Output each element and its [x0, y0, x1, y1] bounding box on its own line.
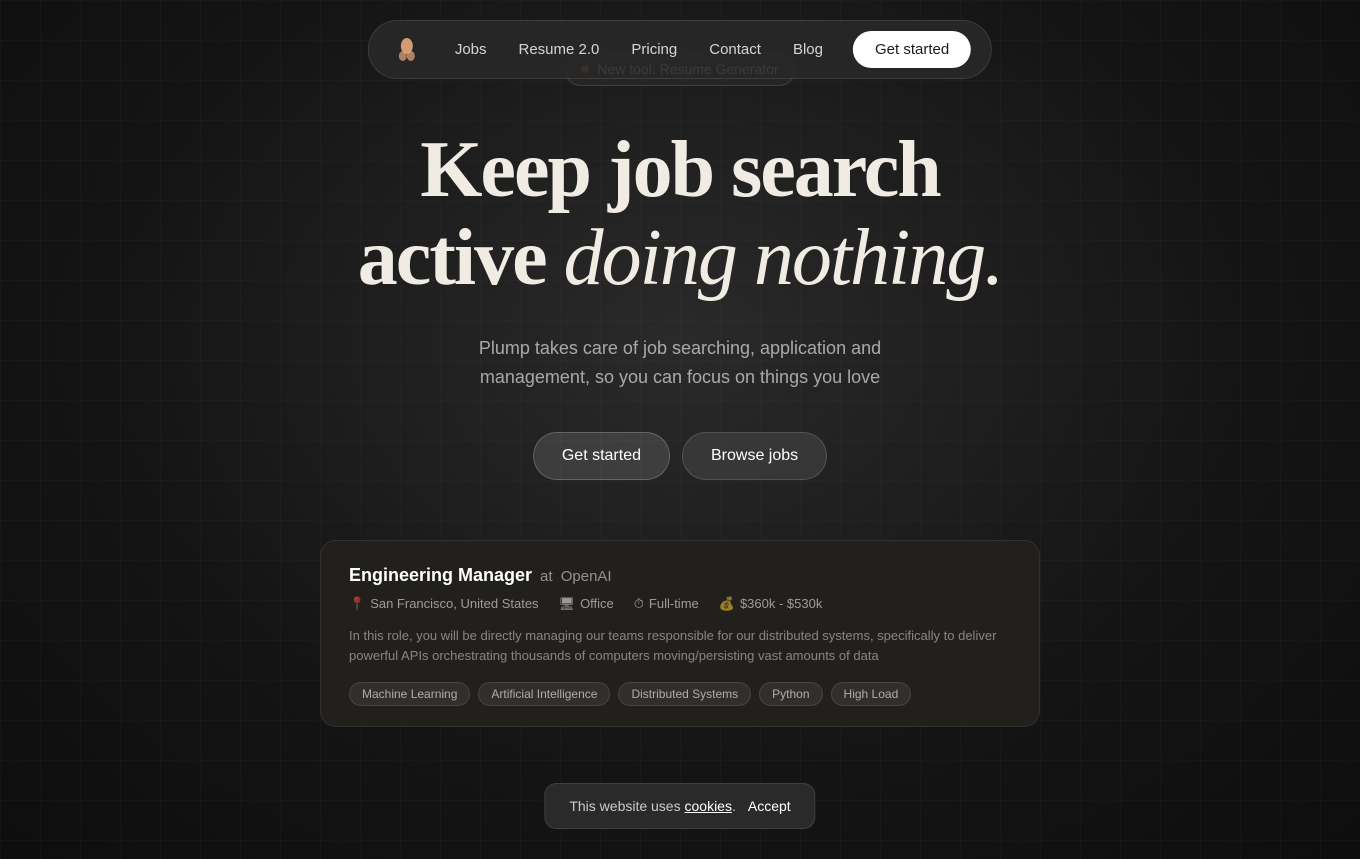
nav-get-started-button[interactable]: Get started: [853, 31, 971, 68]
subtext-line1: Plump takes care of job searching, appli…: [479, 338, 881, 358]
job-company-prefix: at: [540, 568, 553, 585]
job-title: Engineering Manager: [349, 565, 532, 586]
navigation: Jobs Resume 2.0 Pricing Contact Blog Get…: [368, 20, 992, 79]
job-meta: 📍 San Francisco, United States 🖥 Office …: [349, 596, 1011, 612]
type-icon: ⏱: [634, 596, 644, 612]
cookie-link[interactable]: cookies: [685, 798, 732, 814]
salary-icon: 💰: [719, 596, 735, 612]
location-icon: 📍: [349, 596, 365, 612]
cookie-text-label: This website uses: [569, 798, 680, 814]
nav-blog[interactable]: Blog: [779, 35, 837, 64]
workplace-icon: 🖥: [559, 596, 576, 612]
job-company: at OpenAI: [540, 568, 612, 585]
job-type: ⏱ Full-time: [634, 596, 699, 612]
tag-artificial-intelligence[interactable]: Artificial Intelligence: [478, 682, 610, 706]
browse-jobs-button[interactable]: Browse jobs: [682, 432, 827, 480]
cookie-period: .: [732, 798, 736, 814]
job-header: Engineering Manager at OpenAI: [349, 565, 1011, 586]
job-location-text: San Francisco, United States: [370, 596, 538, 611]
nav-pricing[interactable]: Pricing: [617, 35, 691, 64]
job-company-name: OpenAI: [561, 568, 612, 585]
job-workplace: 🖥 Office: [559, 596, 614, 612]
tag-high-load[interactable]: High Load: [831, 682, 912, 706]
cta-buttons: Get started Browse jobs: [533, 432, 827, 480]
headline-line1: Keep job search: [420, 126, 940, 214]
main-content: New tool: Resume Generator Keep job sear…: [0, 0, 1360, 859]
subtext-line2: management, so you can focus on things y…: [480, 367, 880, 387]
nav-resume[interactable]: Resume 2.0: [505, 35, 614, 64]
nav-contact[interactable]: Contact: [695, 35, 775, 64]
job-type-text: Full-time: [649, 596, 699, 611]
tag-distributed-systems[interactable]: Distributed Systems: [618, 682, 751, 706]
cookie-text: This website uses cookies.: [569, 798, 736, 814]
job-location: 📍 San Francisco, United States: [349, 596, 539, 612]
hero-subtext: Plump takes care of job searching, appli…: [479, 334, 881, 392]
headline-italic: doing nothing.: [564, 214, 1003, 302]
job-salary-text: $360k - $530k: [740, 596, 822, 611]
logo[interactable]: [389, 32, 425, 68]
job-description: In this role, you will be directly manag…: [349, 626, 1011, 666]
get-started-button[interactable]: Get started: [533, 432, 670, 480]
nav-jobs[interactable]: Jobs: [441, 35, 501, 64]
cookie-accept-button[interactable]: Accept: [748, 798, 791, 814]
job-workplace-text: Office: [580, 596, 614, 611]
job-salary: 💰 $360k - $530k: [719, 596, 823, 612]
job-card[interactable]: Engineering Manager at OpenAI 📍 San Fran…: [320, 540, 1040, 727]
tag-python[interactable]: Python: [759, 682, 822, 706]
hero-headline: Keep job search active doing nothing.: [358, 126, 1003, 302]
headline-line2-plain: active: [358, 214, 546, 302]
cookie-bar: This website uses cookies. Accept: [544, 783, 815, 829]
job-tags: Machine Learning Artificial Intelligence…: [349, 682, 1011, 706]
nav-links: Jobs Resume 2.0 Pricing Contact Blog: [441, 35, 837, 64]
tag-machine-learning[interactable]: Machine Learning: [349, 682, 470, 706]
